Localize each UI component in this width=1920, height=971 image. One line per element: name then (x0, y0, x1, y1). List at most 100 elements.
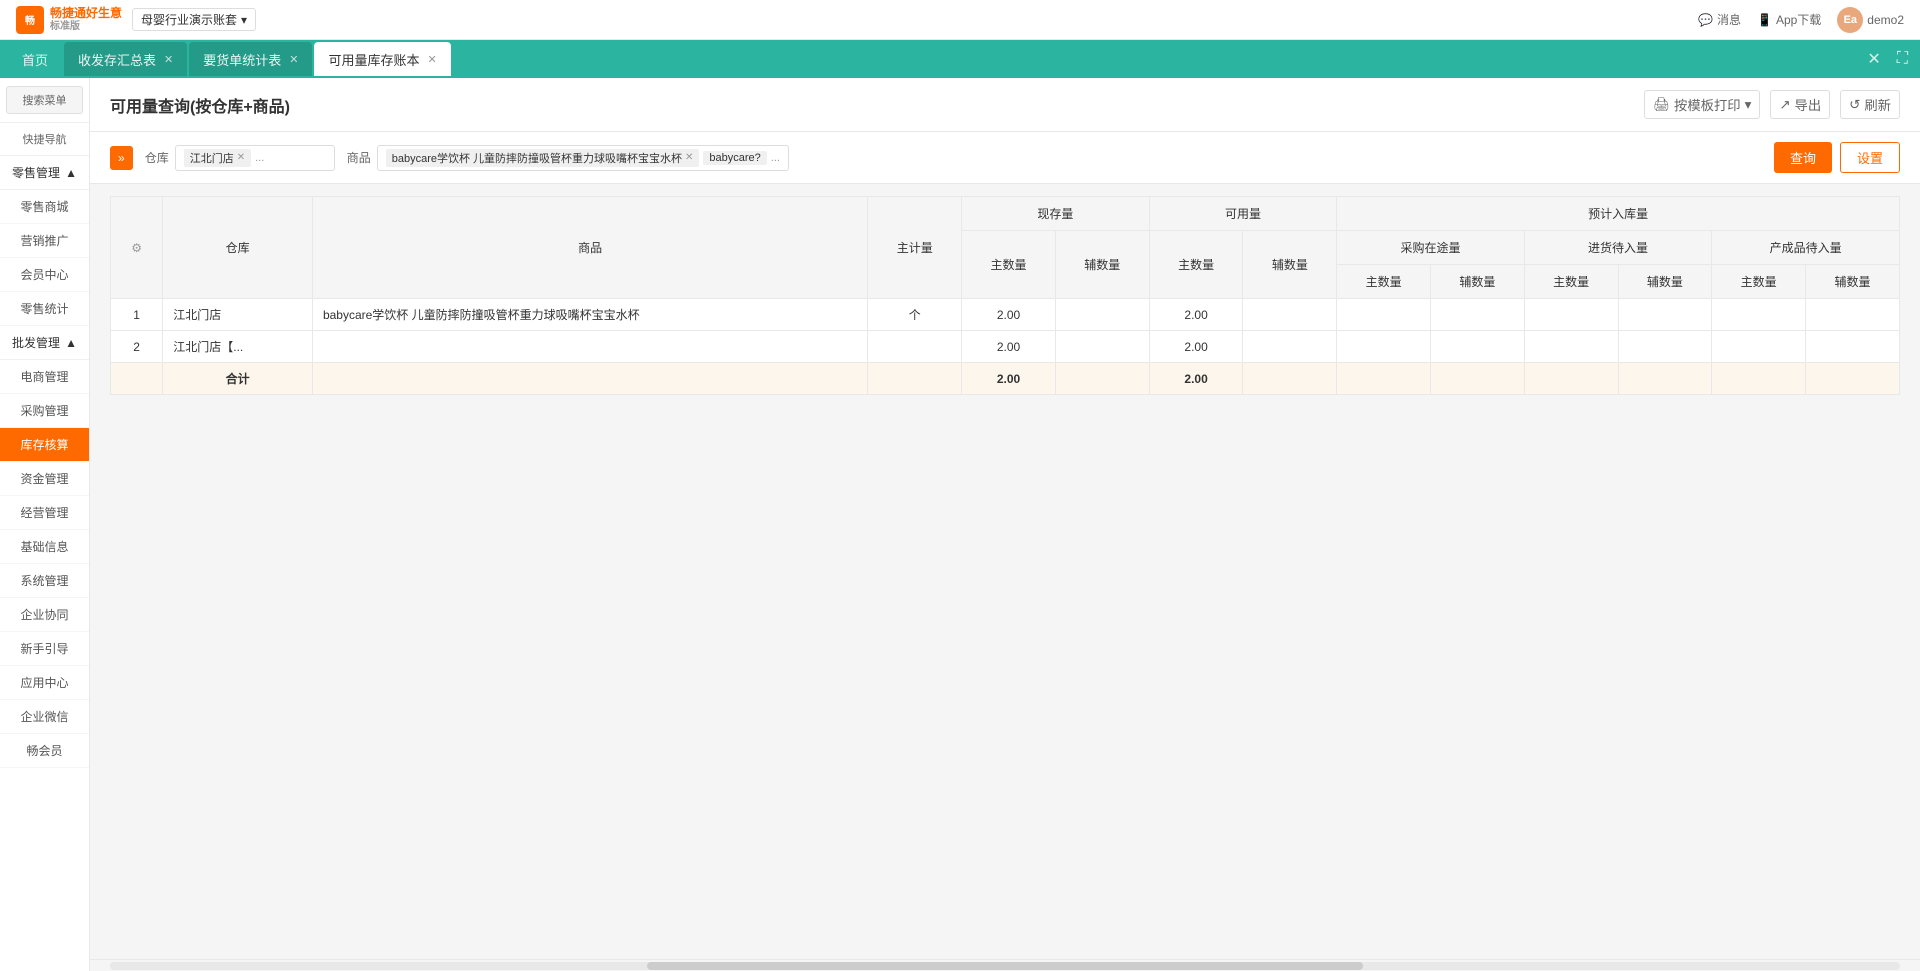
sidebar-item-finance[interactable]: 资金管理 (0, 462, 89, 496)
sidebar-item-collab[interactable]: 企业协同 (0, 598, 89, 632)
tag-close-icon[interactable]: ✕ (237, 152, 245, 163)
tab-available-stock[interactable]: 可用量库存账本 ✕ (314, 42, 450, 76)
sidebar-item-membership[interactable]: 畅会员 (0, 734, 89, 768)
printer-icon: 🖨 (1653, 97, 1670, 113)
nav-tabs-actions: ✕ ⛶ (1863, 45, 1912, 73)
table-row: 1 江北门店 babycare学饮杯 儿童防摔防撞吸管杯重力球吸嘴杯宝宝水杯 个… (111, 299, 1900, 331)
page-actions: 🖨 按模板打印 ▾ ↗ 导出 ↺ 刷新 (1644, 90, 1900, 119)
total-stock-main: 2.00 (962, 363, 1056, 395)
chevron-icon: ▲ (65, 166, 77, 180)
page-header: 可用量查询(按仓库+商品) 🖨 按模板打印 ▾ ↗ 导出 ↺ 刷新 (90, 78, 1920, 132)
sidebar-item-new-guide[interactable]: 新手引导 (0, 632, 89, 666)
sidebar-item-app-center[interactable]: 应用中心 (0, 666, 89, 700)
quick-nav-btn[interactable]: 快捷导航 (0, 123, 89, 156)
sidebar-item-inventory[interactable]: 库存核算 (0, 428, 89, 462)
search-menu-btn[interactable]: 搜索菜单 (6, 86, 83, 114)
filter-expand-btn[interactable]: » (110, 146, 133, 170)
th-settings[interactable]: ⚙ (111, 197, 163, 299)
tab-stock-summary-label: 收发存汇总表 (78, 50, 156, 69)
setting-btn[interactable]: 设置 (1840, 142, 1900, 173)
close-all-icon[interactable]: ✕ (1863, 45, 1884, 73)
tab-home[interactable]: 首页 (8, 42, 62, 76)
sidebar-item-retail-stats[interactable]: 零售统计 (0, 292, 89, 326)
export-icon: ↗ (1779, 97, 1790, 113)
th-stock-aux: 辅数量 (1055, 231, 1149, 299)
tab-home-label: 首页 (22, 50, 48, 69)
sidebar-item-operations[interactable]: 经营管理 (0, 496, 89, 530)
nav-tabs: 首页 收发存汇总表 ✕ 要货单统计表 ✕ 可用量库存账本 ✕ ✕ ⛶ (0, 40, 1920, 78)
product-tag-1: babycare? (703, 151, 766, 165)
tag-close-icon[interactable]: ✕ (685, 152, 693, 163)
th-incoming-pending: 进货待入量 (1524, 231, 1712, 265)
refresh-btn[interactable]: ↺ 刷新 (1840, 90, 1900, 119)
username: demo2 (1867, 13, 1904, 27)
refresh-icon: ↺ (1849, 97, 1860, 113)
sidebar-item-basic-info[interactable]: 基础信息 (0, 530, 89, 564)
table-row: 2 江北门店【... 2.00 2.00 (111, 331, 1900, 363)
sidebar-section-retail: 零售管理 ▲ 零售商城 营销推广 会员中心 零售统计 (0, 156, 89, 326)
sidebar-item-purchase[interactable]: 采购管理 (0, 394, 89, 428)
product-tags-input[interactable]: babycare学饮杯 儿童防摔防撞吸管杯重力球吸嘴杯宝宝水杯 ✕ babyca… (377, 145, 789, 171)
brand-logo: 畅 畅捷通好生意 标准版 (16, 6, 122, 34)
table-footer (90, 959, 1920, 971)
filter-actions: 查询 设置 (1774, 142, 1900, 173)
total-row: 合计 2.00 2.00 (111, 363, 1900, 395)
export-btn[interactable]: ↗ 导出 (1770, 90, 1830, 119)
th-finished-main: 主数量 (1712, 265, 1806, 299)
scrollbar-thumb (647, 962, 1363, 970)
sidebar-item-members[interactable]: 会员中心 (0, 258, 89, 292)
th-main-unit: 主计量 (868, 197, 962, 299)
horizontal-scrollbar[interactable] (110, 962, 1900, 970)
query-btn[interactable]: 查询 (1774, 142, 1832, 173)
th-finished-goods: 产成品待入量 (1712, 231, 1900, 265)
th-available: 可用量 (1149, 197, 1337, 231)
sidebar-section-header-wholesale[interactable]: 批发管理 ▲ (0, 326, 89, 360)
warehouse-tags-input[interactable]: 江北门店 ✕ ... (175, 145, 335, 171)
download-icon: 📱 (1757, 13, 1772, 27)
product-tag-0: babycare学饮杯 儿童防摔防撞吸管杯重力球吸嘴杯宝宝水杯 ✕ (386, 149, 700, 167)
sidebar-item-wechat[interactable]: 企业微信 (0, 700, 89, 734)
tab-stock-summary[interactable]: 收发存汇总表 ✕ (64, 42, 187, 76)
th-avail-main: 主数量 (1149, 231, 1243, 299)
sidebar-item-system[interactable]: 系统管理 (0, 564, 89, 598)
user-area[interactable]: Ea demo2 (1837, 7, 1904, 33)
product-label: 商品 (347, 149, 371, 166)
avatar: Ea (1837, 7, 1863, 33)
chevron-icon: ▲ (65, 336, 77, 350)
logo-icon: 畅 (16, 6, 44, 34)
data-table: ⚙ 仓库 商品 主计量 现存量 可用量 预计入库量 主数量 辅数量 主数量 辅数… (110, 196, 1900, 395)
message-btn[interactable]: 💬 消息 (1698, 11, 1741, 28)
brand-name: 畅捷通好生意 (50, 6, 122, 20)
sidebar-item-marketing[interactable]: 营销推广 (0, 224, 89, 258)
table-container: ⚙ 仓库 商品 主计量 现存量 可用量 预计入库量 主数量 辅数量 主数量 辅数… (90, 184, 1920, 959)
topbar: 畅 畅捷通好生意 标准版 母婴行业演示账套 ▾ 💬 消息 📱 App下载 Ea … (0, 0, 1920, 40)
print-btn[interactable]: 🖨 按模板打印 ▾ (1644, 90, 1760, 119)
sidebar-section-header-retail[interactable]: 零售管理 ▲ (0, 156, 89, 190)
th-product: 商品 (312, 197, 867, 299)
warehouse-filter: 仓库 江北门店 ✕ ... (145, 145, 335, 171)
total-label: 合计 (163, 363, 313, 395)
chevron-down-icon: ▾ (1745, 97, 1752, 113)
fullscreen-icon[interactable]: ⛶ (1893, 46, 1912, 72)
settings-icon[interactable]: ⚙ (131, 241, 142, 255)
brand-sub: 标准版 (50, 21, 122, 33)
sidebar-item-retail-store[interactable]: 零售商城 (0, 190, 89, 224)
app-download-btn[interactable]: 📱 App下载 (1757, 11, 1821, 28)
sidebar: 搜索菜单 快捷导航 零售管理 ▲ 零售商城 营销推广 会员中心 零售统计 批发管… (0, 78, 90, 971)
industry-selector[interactable]: 母婴行业演示账套 ▾ (132, 8, 256, 31)
tab-order-stats[interactable]: 要货单统计表 ✕ (189, 42, 312, 76)
th-incoming-aux: 辅数量 (1618, 265, 1712, 299)
close-icon[interactable]: ✕ (289, 53, 298, 66)
tab-order-stats-label: 要货单统计表 (203, 50, 281, 69)
sidebar-section-wholesale: 批发管理 ▲ (0, 326, 89, 360)
warehouse-label: 仓库 (145, 149, 169, 166)
close-icon[interactable]: ✕ (164, 53, 173, 66)
product-filter: 商品 babycare学饮杯 儿童防摔防撞吸管杯重力球吸嘴杯宝宝水杯 ✕ bab… (347, 145, 789, 171)
close-icon[interactable]: ✕ (428, 53, 437, 66)
content-area: 可用量查询(按仓库+商品) 🖨 按模板打印 ▾ ↗ 导出 ↺ 刷新 » (90, 78, 1920, 971)
chevron-down-icon: ▾ (241, 13, 247, 27)
warehouse-tag-0: 江北门店 ✕ (184, 149, 251, 167)
th-purchase-transit: 采购在途量 (1337, 231, 1525, 265)
th-incoming-main: 主数量 (1524, 265, 1618, 299)
sidebar-item-ecommerce[interactable]: 电商管理 (0, 360, 89, 394)
